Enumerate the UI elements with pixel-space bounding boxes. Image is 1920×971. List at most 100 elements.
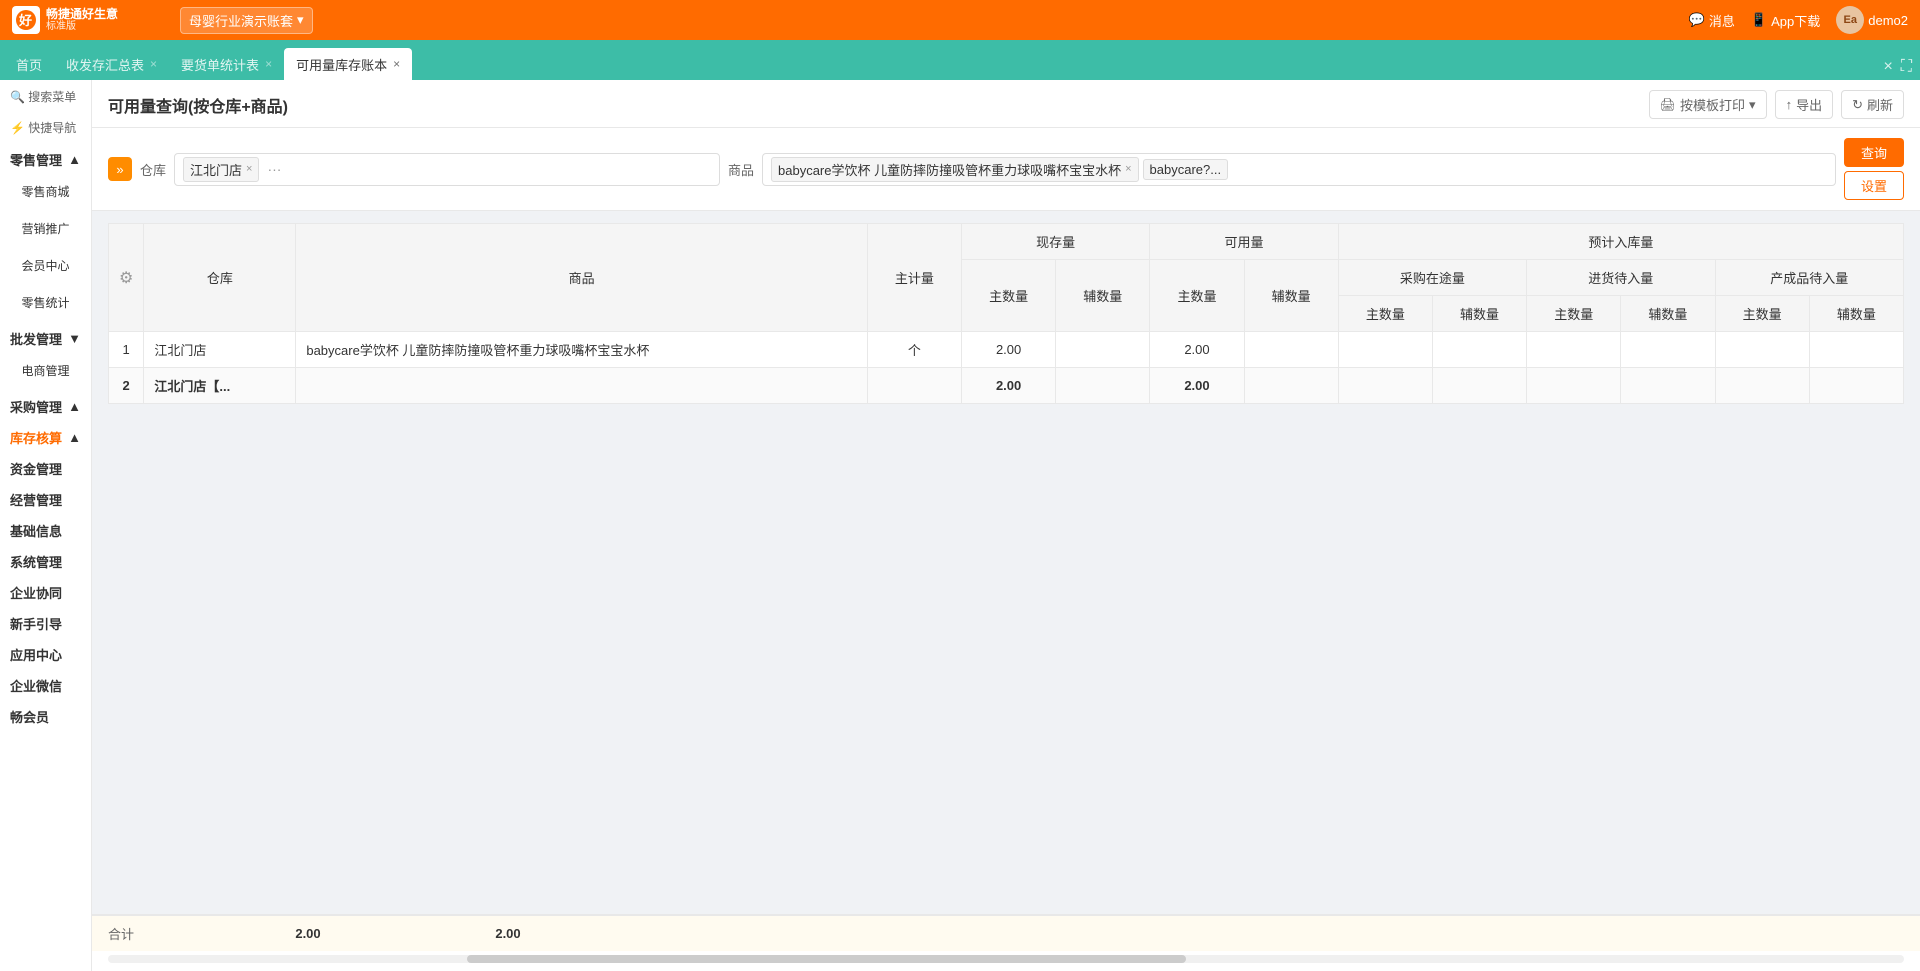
table-container: ⚙ 仓库 商品 主计量 现存量 可用量 预计入库量 主数量 辅数量 主数量 辅数… <box>92 211 1920 914</box>
cell-product-2 <box>296 368 867 404</box>
cell-incoming-aux-2 <box>1621 368 1715 404</box>
user-menu[interactable]: Ea demo2 <box>1836 6 1908 34</box>
export-btn[interactable]: ↑ 导出 <box>1775 90 1834 119</box>
cell-finished-aux-2 <box>1809 368 1903 404</box>
main-layout: 🔍 搜索菜单 ⚡ 快捷导航 零售管理 ▲ 零售商城 营销推广 会员中心 零售统计… <box>0 80 1920 971</box>
sidebar-group-wechat[interactable]: 企业微信 <box>0 668 91 699</box>
chevron-down-icon: ▼ <box>68 331 81 346</box>
sidebar-group-inventory[interactable]: 库存核算 ▲ <box>0 420 91 451</box>
refresh-btn[interactable]: ↻ 刷新 <box>1841 90 1904 119</box>
col-settings-header[interactable]: ⚙ <box>109 224 144 332</box>
col-current-main-header: 主数量 <box>962 260 1056 332</box>
sidebar-group-appcenter[interactable]: 应用中心 <box>0 637 91 668</box>
cell-no: 1 <box>109 332 144 368</box>
filter-area: » 仓库 江北门店 × ··· 商品 babycare学饮杯 儿童防摔防撞吸管杯… <box>92 128 1920 211</box>
dropdown-icon: ▾ <box>1749 97 1756 113</box>
scroll-thumb[interactable] <box>467 955 1185 963</box>
sidebar-item-members[interactable]: 会员中心 <box>4 249 87 282</box>
col-finished-main: 主数量 <box>1715 296 1809 332</box>
page-header: 可用量查询(按仓库+商品) 🖨 按模板打印 ▾ ↑ 导出 ↻ 刷新 <box>92 80 1920 128</box>
sidebar-group-system[interactable]: 系统管理 <box>0 544 91 575</box>
footer-current-main: 2.00 <box>248 926 368 941</box>
cell-warehouse: 江北门店 <box>144 332 296 368</box>
product-label: 商品 <box>728 160 754 179</box>
sidebar-group-operation[interactable]: 经营管理 <box>0 482 91 513</box>
warehouse-filter[interactable]: 江北门店 × ··· <box>174 153 720 186</box>
table-settings-icon[interactable]: ⚙ <box>119 270 133 287</box>
tab-collect[interactable]: 收发存汇总表 × <box>54 48 169 80</box>
col-incoming-pending-header: 进货待入量 <box>1527 260 1715 296</box>
refresh-icon: ↻ <box>1852 97 1863 113</box>
cell-available-aux <box>1244 332 1338 368</box>
remove-product-tag-1[interactable]: × <box>1125 163 1131 175</box>
chevron-icon: ▲ <box>68 430 81 445</box>
warehouse-more-btn[interactable]: ··· <box>263 161 285 177</box>
search-menu-btn[interactable]: 🔍 搜索菜单 <box>0 80 91 111</box>
tab-order-stats[interactable]: 要货单统计表 × <box>169 48 284 80</box>
sidebar-item-ecommerce[interactable]: 电商管理 <box>4 354 87 387</box>
cell-finished-main-2 <box>1715 368 1809 404</box>
print-btn[interactable]: 🖨 按模板打印 ▾ <box>1649 90 1767 119</box>
col-current-stock-header: 现存量 <box>962 224 1150 260</box>
table-footer: 合计 2.00 2.00 <box>92 914 1920 951</box>
cell-product: babycare学饮杯 儿童防摔防撞吸管杯重力球吸嘴杯宝宝水杯 <box>296 332 867 368</box>
product-filter[interactable]: babycare学饮杯 儿童防摔防撞吸管杯重力球吸嘴杯宝宝水杯 × babyca… <box>762 153 1836 186</box>
col-purchase-aux: 辅数量 <box>1432 296 1526 332</box>
cell-purchase-main <box>1338 332 1432 368</box>
message-btn[interactable]: 💬 消息 <box>1689 11 1735 30</box>
tab-close-collect[interactable]: × <box>150 57 157 71</box>
col-incoming-main: 主数量 <box>1527 296 1621 332</box>
filter-action-btns: 查询 设置 <box>1844 138 1904 200</box>
filter-toggle-btn[interactable]: » <box>108 157 132 181</box>
col-finished-pending-header: 产成品待入量 <box>1715 260 1904 296</box>
tab-bar: 首页 收发存汇总表 × 要货单统计表 × 可用量库存账本 × × ⛶ <box>0 40 1920 80</box>
sidebar-group-purchase[interactable]: 采购管理 ▲ <box>0 389 91 420</box>
industry-selector[interactable]: 母婴行业演示账套 ▾ <box>180 7 313 34</box>
table-scrollbar[interactable] <box>92 951 1920 971</box>
product-tag-1[interactable]: babycare学饮杯 儿童防摔防撞吸管杯重力球吸嘴杯宝宝水杯 × <box>771 157 1139 182</box>
sidebar-group-basic[interactable]: 基础信息 <box>0 513 91 544</box>
col-current-aux-header: 辅数量 <box>1056 260 1150 332</box>
sidebar: 🔍 搜索菜单 ⚡ 快捷导航 零售管理 ▲ 零售商城 营销推广 会员中心 零售统计… <box>0 80 92 971</box>
top-bar-right: 💬 消息 📱 App下载 Ea demo2 <box>1689 6 1908 34</box>
page-actions: 🖨 按模板打印 ▾ ↑ 导出 ↻ 刷新 <box>1649 90 1905 119</box>
sidebar-group-enterprise[interactable]: 企业协同 <box>0 575 91 606</box>
sidebar-item-retail-mall[interactable]: 零售商城 <box>4 175 87 208</box>
svg-text:好: 好 <box>18 13 32 28</box>
col-product-header: 商品 <box>296 224 867 332</box>
footer-values: 2.00 2.00 <box>248 926 1904 941</box>
col-purchase-transit-header: 采购在途量 <box>1338 260 1526 296</box>
tab-close-available-stock[interactable]: × <box>393 57 400 71</box>
settings-btn[interactable]: 设置 <box>1844 171 1904 200</box>
close-all-tabs-icon[interactable]: × <box>1883 58 1892 76</box>
sidebar-group-retail[interactable]: 零售管理 ▲ <box>0 142 91 173</box>
col-available-header: 可用量 <box>1150 224 1338 260</box>
fullscreen-icon[interactable]: ⛶ <box>1901 58 1912 76</box>
cell-incoming-main <box>1527 332 1621 368</box>
tab-available-stock[interactable]: 可用量库存账本 × <box>284 48 412 80</box>
app-download-btn[interactable]: 📱 App下载 <box>1751 11 1820 30</box>
avatar: Ea <box>1836 6 1864 34</box>
sidebar-item-marketing[interactable]: 营销推广 <box>4 212 87 245</box>
sidebar-group-wholesale[interactable]: 批发管理 ▼ <box>0 321 91 352</box>
sidebar-item-retail-stats[interactable]: 零售统计 <box>4 286 87 319</box>
print-icon: 🖨 <box>1660 97 1677 113</box>
quick-nav-btn[interactable]: ⚡ 快捷导航 <box>0 111 91 142</box>
warehouse-tag-jb[interactable]: 江北门店 × <box>183 157 259 182</box>
cell-purchase-aux <box>1432 332 1526 368</box>
cell-current-main: 2.00 <box>962 332 1056 368</box>
sidebar-group-member[interactable]: 畅会员 <box>0 699 91 730</box>
product-tag-2[interactable]: babycare?... <box>1143 159 1229 180</box>
sidebar-group-newguide[interactable]: 新手引导 <box>0 606 91 637</box>
cell-incoming-aux <box>1621 332 1715 368</box>
tab-home[interactable]: 首页 <box>4 48 54 80</box>
tab-close-order-stats[interactable]: × <box>265 57 272 71</box>
col-available-main-header: 主数量 <box>1150 260 1244 332</box>
sidebar-group-finance[interactable]: 资金管理 <box>0 451 91 482</box>
remove-warehouse-tag[interactable]: × <box>246 163 252 175</box>
cell-warehouse-2: 江北门店【... <box>144 368 296 404</box>
logo-area: 好 畅捷通好生意 标准版 <box>12 6 172 34</box>
scroll-track <box>108 955 1904 963</box>
query-btn[interactable]: 查询 <box>1844 138 1904 167</box>
cell-available-aux-2 <box>1244 368 1338 404</box>
